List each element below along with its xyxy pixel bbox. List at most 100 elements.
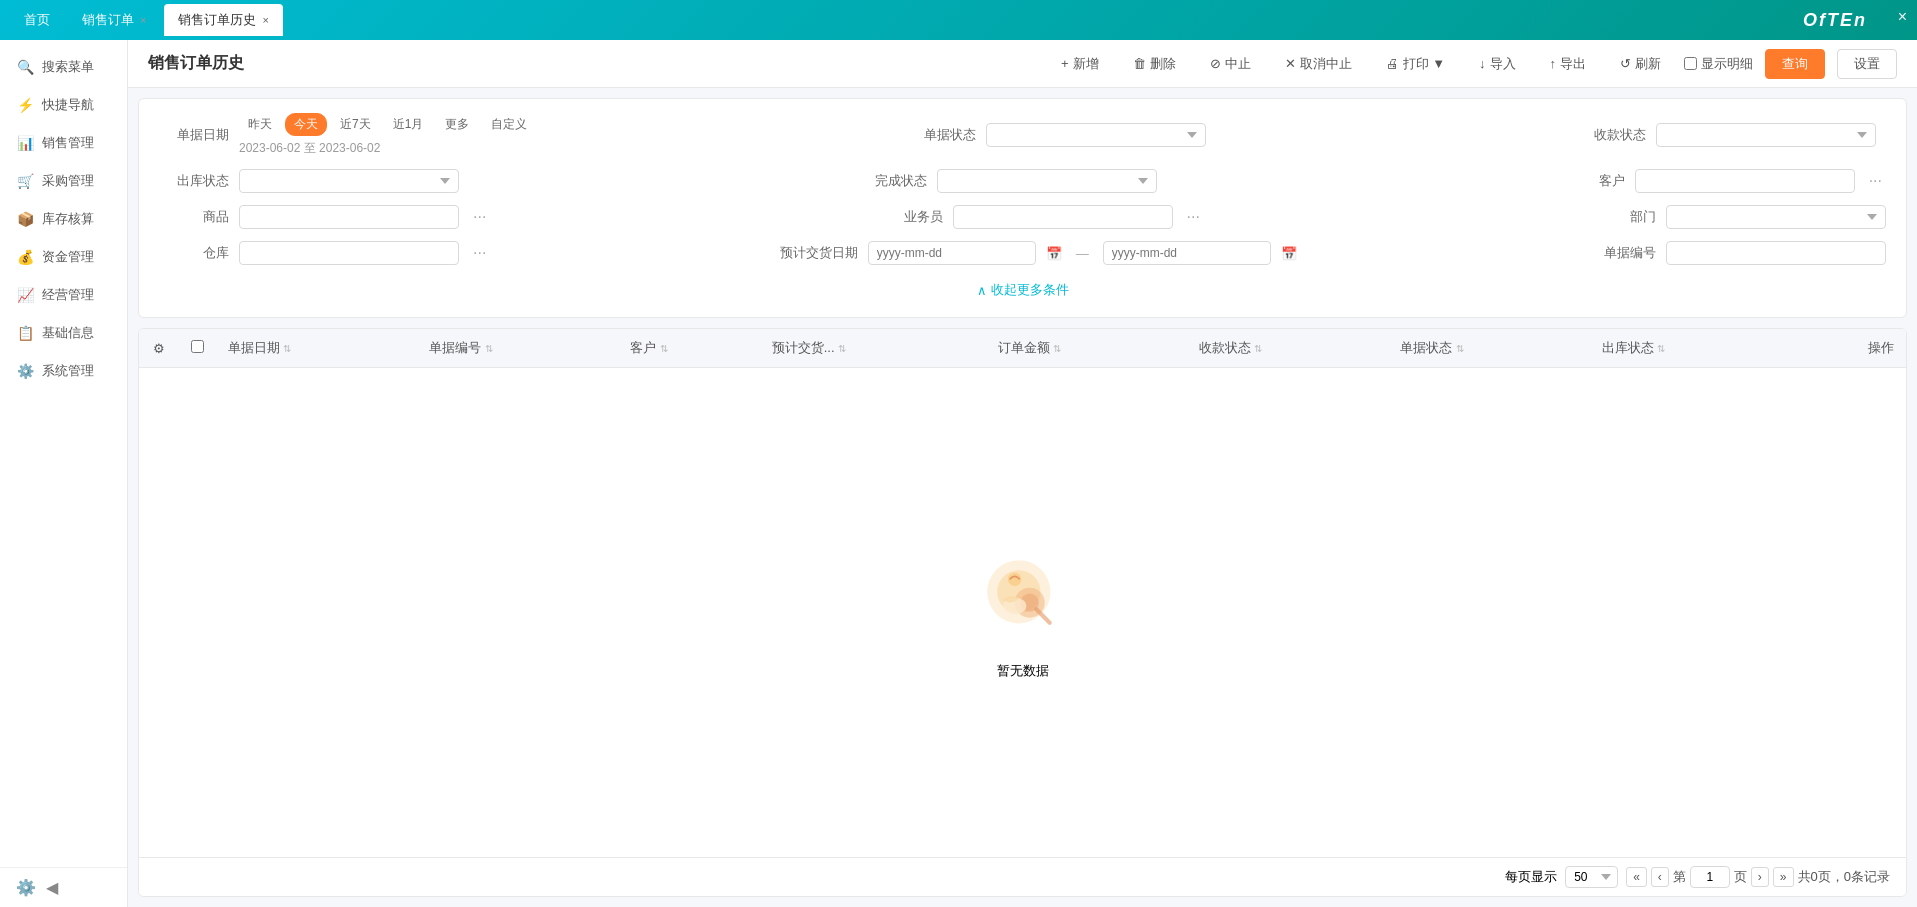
th-payment-status[interactable]: 收款状态 ⇅ [1187, 329, 1388, 368]
date-1month-btn[interactable]: 近1月 [384, 113, 433, 136]
sidebar-settings-button[interactable]: ⚙️ [16, 878, 36, 897]
delete-icon: 🗑 [1133, 56, 1146, 71]
goods-more-btn[interactable]: ··· [469, 208, 490, 226]
date-custom-btn[interactable]: 自定义 [482, 113, 536, 136]
sidebar-collapse-button[interactable]: ◀ [46, 878, 58, 897]
collapse-button[interactable]: ∧ 收起更多条件 [977, 277, 1069, 303]
filter-row-4: 仓库 ··· 预计交货日期 📅 — 📅 单据编号 [159, 241, 1886, 265]
export-icon: ↑ [1550, 56, 1557, 71]
stop-button[interactable]: ⊘ 中止 [1199, 50, 1262, 78]
expected-delivery-label: 预计交货日期 [780, 244, 858, 262]
calendar-to-icon[interactable]: 📅 [1281, 246, 1297, 261]
export-label: 导出 [1560, 55, 1586, 73]
sort-delivery-status-icon: ⇅ [1657, 343, 1665, 354]
date-yesterday-btn[interactable]: 昨天 [239, 113, 281, 136]
sidebar-item-system-mgmt[interactable]: ⚙️ 系统管理 [0, 352, 127, 390]
dept-label: 部门 [1586, 208, 1656, 226]
sidebar-item-inventory-calc[interactable]: 📦 库存核算 [0, 200, 127, 238]
first-page-button[interactable]: « [1626, 867, 1647, 887]
per-page-select[interactable]: 50 10 20 100 [1565, 866, 1618, 888]
salesperson-more-btn[interactable]: ··· [1183, 208, 1204, 226]
page-number-input[interactable] [1690, 866, 1730, 888]
dept-select[interactable] [1666, 205, 1886, 229]
table-settings-icon[interactable]: ⚙ [153, 341, 165, 356]
date-more-btn[interactable]: 更多 [436, 113, 478, 136]
tab-sales-order-close[interactable]: × [140, 14, 146, 26]
date-filter-group: 昨天 今天 近7天 近1月 更多 自定义 2023-06-02 至 2023-0… [239, 113, 536, 157]
date-7days-btn[interactable]: 近7天 [331, 113, 380, 136]
customer-input[interactable] [1635, 169, 1855, 193]
calendar-from-icon[interactable]: 📅 [1046, 246, 1062, 261]
warehouse-input[interactable] [239, 241, 459, 265]
display-detail-checkbox[interactable] [1684, 57, 1697, 70]
next-page-button[interactable]: › [1751, 867, 1769, 887]
sidebar-item-basic-info[interactable]: 📋 基础信息 [0, 314, 127, 352]
th-customer[interactable]: 客户 ⇅ [618, 329, 759, 368]
th-settings[interactable]: ⚙ [139, 329, 179, 368]
sidebar-item-search-menu[interactable]: 🔍 搜索菜单 [0, 48, 127, 86]
sidebar-item-quick-nav[interactable]: ⚡ 快捷导航 [0, 86, 127, 124]
select-all-checkbox[interactable] [191, 340, 204, 353]
cancel-stop-button[interactable]: ✕ 取消中止 [1274, 50, 1363, 78]
last-page-button[interactable]: » [1773, 867, 1794, 887]
date-separator: — [1072, 246, 1093, 261]
collapse-label: 收起更多条件 [991, 281, 1069, 299]
sidebar-item-quick-nav-label: 快捷导航 [42, 96, 94, 114]
order-status-select[interactable] [986, 123, 1206, 147]
prev-page-button[interactable]: ‹ [1651, 867, 1669, 887]
content-area: 销售订单历史 + 新增 🗑 删除 ⊘ 中止 ✕ 取消中止 🖨 打印 ▼ [128, 40, 1917, 907]
th-delivery-status[interactable]: 出库状态 ⇅ [1590, 329, 1791, 368]
th-number[interactable]: 单据编号 ⇅ [417, 329, 618, 368]
total-records: 共0页，0条记录 [1798, 868, 1890, 886]
search-menu-icon: 🔍 [16, 58, 34, 76]
filter-row-2: 出库状态 完成状态 客户 ··· [159, 169, 1886, 193]
top-bar: 首页 销售订单 × 销售订单历史 × OfTEn × [0, 0, 1917, 40]
warehouse-more-btn[interactable]: ··· [469, 244, 490, 262]
sort-order-status-icon: ⇅ [1456, 343, 1464, 354]
sidebar-item-sales-mgmt[interactable]: 📊 销售管理 [0, 124, 127, 162]
print-button[interactable]: 🖨 打印 ▼ [1375, 50, 1456, 78]
add-button[interactable]: + 新增 [1050, 50, 1110, 78]
import-button[interactable]: ↓ 导入 [1468, 50, 1527, 78]
delivery-status-label: 出库状态 [159, 172, 229, 190]
tab-sales-order-label: 销售订单 [82, 11, 134, 29]
sales-mgmt-icon: 📊 [16, 134, 34, 152]
delete-button[interactable]: 🗑 删除 [1122, 50, 1187, 78]
export-button[interactable]: ↑ 导出 [1539, 50, 1598, 78]
sort-number-icon: ⇅ [485, 343, 493, 354]
th-date[interactable]: 单据日期 ⇅ [216, 329, 417, 368]
completion-status-select[interactable] [937, 169, 1157, 193]
sidebar-item-purchase-mgmt[interactable]: 🛒 采购管理 [0, 162, 127, 200]
goods-input[interactable] [239, 205, 459, 229]
tab-home[interactable]: 首页 [10, 4, 64, 36]
sort-customer-icon: ⇅ [660, 343, 668, 354]
date-today-btn[interactable]: 今天 [285, 113, 327, 136]
th-checkbox[interactable] [179, 329, 216, 368]
salesperson-input[interactable] [953, 205, 1173, 229]
sidebar-item-operations-mgmt[interactable]: 📈 经营管理 [0, 276, 127, 314]
expected-delivery-from[interactable] [868, 241, 1036, 265]
sidebar-item-funds-mgmt[interactable]: 💰 资金管理 [0, 238, 127, 276]
th-order-status[interactable]: 单据状态 ⇅ [1388, 329, 1589, 368]
window-close-button[interactable]: × [1898, 8, 1907, 26]
data-table: ⚙ 单据日期 ⇅ 单据编号 ⇅ [139, 329, 1906, 368]
order-number-input[interactable] [1666, 241, 1886, 265]
customer-more-btn[interactable]: ··· [1865, 172, 1886, 190]
sort-amount-icon: ⇅ [1053, 343, 1061, 354]
tab-sales-order[interactable]: 销售订单 × [68, 4, 160, 36]
tab-sales-order-history[interactable]: 销售订单历史 × [164, 4, 282, 36]
expected-delivery-to[interactable] [1103, 241, 1271, 265]
query-button[interactable]: 查询 [1765, 49, 1825, 79]
delivery-status-select[interactable] [239, 169, 459, 193]
display-detail-checkbox-label[interactable]: 显示明细 [1684, 55, 1753, 73]
collapse-up-icon: ∧ [977, 283, 987, 298]
refresh-button[interactable]: ↺ 刷新 [1609, 50, 1672, 78]
th-delivery[interactable]: 预计交货... ⇅ [760, 329, 986, 368]
salesperson-label: 业务员 [873, 208, 943, 226]
tab-sales-order-history-close[interactable]: × [262, 14, 268, 26]
settings-button[interactable]: 设置 [1837, 49, 1897, 79]
payment-status-select[interactable] [1656, 123, 1876, 147]
cancel-stop-icon: ✕ [1285, 56, 1296, 71]
th-amount[interactable]: 订单金额 ⇅ [986, 329, 1187, 368]
sidebar-item-search-menu-label: 搜索菜单 [42, 58, 94, 76]
